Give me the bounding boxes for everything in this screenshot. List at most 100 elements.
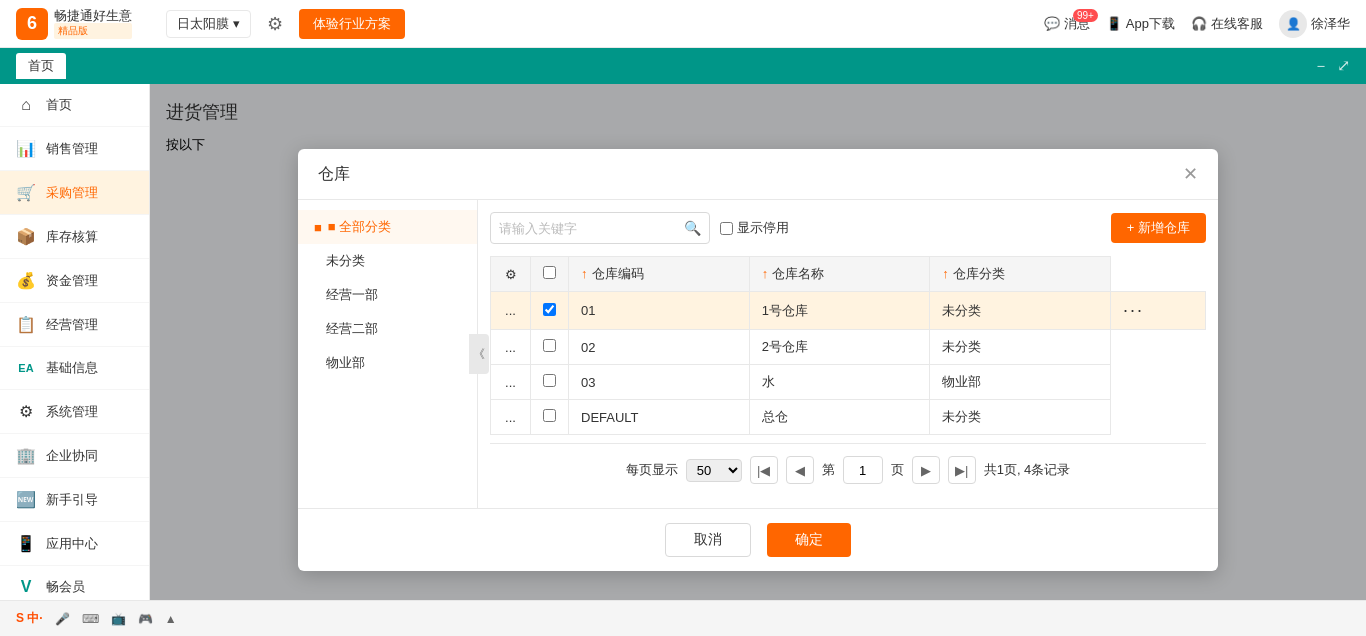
- modal-overlay: 仓库 ✕ ■ ■ 全部分类 未分类: [150, 84, 1366, 636]
- logo-icon: 6: [16, 8, 48, 40]
- online-service-btn[interactable]: 🎧 在线客服: [1191, 15, 1263, 33]
- row-checkbox[interactable]: [543, 303, 556, 316]
- category-item-3[interactable]: 物业部: [298, 346, 477, 380]
- warehouse-table: ⚙ ↑仓库编码 ↑仓库名称: [490, 256, 1206, 435]
- row-checkbox-cell: [531, 330, 569, 365]
- maximize-icon[interactable]: ⤢: [1337, 56, 1350, 77]
- table-row[interactable]: ... 03 水 物业部: [491, 365, 1206, 400]
- pagination: 每页显示 50 100 |◀ ◀ 第 页 ▶ ▶|: [490, 443, 1206, 496]
- sidebar-item-system[interactable]: ⚙ 系统管理: [0, 390, 149, 434]
- cancel-button[interactable]: 取消: [665, 523, 751, 557]
- row-gear-icon[interactable]: ...: [491, 292, 531, 330]
- total-label: 共1页, 4条记录: [984, 461, 1071, 479]
- collapse-panel-button[interactable]: 《: [469, 334, 489, 374]
- messages-badge: 99+: [1073, 9, 1098, 22]
- row-gear-icon[interactable]: ...: [491, 330, 531, 365]
- prev-page-button[interactable]: ◀: [786, 456, 814, 484]
- nav-right: 💬 消息 99+ 📱 App下载 🎧 在线客服 👤 徐泽华: [1044, 10, 1350, 38]
- user-menu[interactable]: 👤 徐泽华: [1279, 10, 1350, 38]
- sidebar-item-label: 销售管理: [46, 140, 98, 158]
- show-disabled-checkbox-label[interactable]: 显示停用: [720, 219, 789, 237]
- modal-close-button[interactable]: ✕: [1183, 163, 1198, 185]
- category-item-1[interactable]: 经营一部: [298, 278, 477, 312]
- table-row[interactable]: ... 02 2号仓库 未分类: [491, 330, 1206, 365]
- sidebar-item-finance[interactable]: 💰 资金管理: [0, 259, 149, 303]
- table-row[interactable]: ... 01 1号仓库 未分类 ···: [491, 292, 1206, 330]
- mic-icon[interactable]: 🎤: [55, 612, 70, 626]
- row-name-cell: 总仓: [749, 400, 930, 435]
- row-gear-icon[interactable]: ...: [491, 400, 531, 435]
- page-input[interactable]: [843, 456, 883, 484]
- sidebar-item-label: 资金管理: [46, 272, 98, 290]
- display-icon[interactable]: 📺: [111, 612, 126, 626]
- sort-icon: ↑: [762, 266, 769, 281]
- next-page-button[interactable]: ▶: [912, 456, 940, 484]
- row-name-cell: 1号仓库: [749, 292, 930, 330]
- show-disabled-checkbox[interactable]: [720, 222, 733, 235]
- per-page-select[interactable]: 50 100: [686, 459, 742, 482]
- row-checkbox[interactable]: [543, 409, 556, 422]
- category-item-2[interactable]: 经营二部: [298, 312, 477, 346]
- modal-footer: 取消 确定: [298, 508, 1218, 571]
- row-category-cell: 未分类: [930, 400, 1111, 435]
- row-more-icon[interactable]: ···: [1110, 292, 1205, 330]
- nav-center: 日太阳膜 ▾ ⚙ 体验行业方案: [166, 8, 1044, 40]
- mobile-icon: 📱: [1106, 16, 1122, 31]
- row-checkbox[interactable]: [543, 339, 556, 352]
- sidebar-item-sales[interactable]: 📊 销售管理: [0, 127, 149, 171]
- modal-body: ■ ■ 全部分类 未分类 经营一部 经营二部 物业部: [298, 200, 1218, 508]
- sidebar-item-inventory[interactable]: 📦 库存核算: [0, 215, 149, 259]
- sidebar-item-guide[interactable]: 🆕 新手引导: [0, 478, 149, 522]
- col-settings: ⚙: [491, 257, 531, 292]
- sidebar: ⌂ 首页 📊 销售管理 🛒 采购管理 📦 库存核算 💰 资金管理 📋 经营管理 …: [0, 84, 150, 636]
- table-row[interactable]: ... DEFAULT 总仓 未分类: [491, 400, 1206, 435]
- settings-icon[interactable]: ⚙: [505, 267, 517, 282]
- minimize-icon[interactable]: －: [1313, 56, 1329, 77]
- chevron-down-icon: ▾: [233, 16, 240, 31]
- guide-icon: 🆕: [16, 490, 36, 509]
- sidebar-item-operations[interactable]: 📋 经营管理: [0, 303, 149, 347]
- store-selector[interactable]: 日太阳膜 ▾: [166, 10, 251, 38]
- last-page-button[interactable]: ▶|: [948, 456, 976, 484]
- home-breadcrumb[interactable]: 首页: [16, 53, 66, 79]
- money-icon: 💰: [16, 271, 36, 290]
- sidebar-item-basic[interactable]: EA 基础信息: [0, 347, 149, 390]
- app-sub: 精品版: [54, 23, 132, 39]
- confirm-button[interactable]: 确定: [767, 523, 851, 557]
- first-page-button[interactable]: |◀: [750, 456, 778, 484]
- search-icon[interactable]: 🔍: [684, 220, 701, 236]
- sidebar-item-label: 系统管理: [46, 403, 98, 421]
- keyboard-icon[interactable]: ⌨: [82, 612, 99, 626]
- second-bar-right: － ⤢: [1313, 56, 1350, 77]
- messages-btn[interactable]: 💬 消息 99+: [1044, 15, 1090, 33]
- sidebar-item-purchase[interactable]: 🛒 采购管理: [0, 171, 149, 215]
- sidebar-item-apps[interactable]: 📱 应用中心: [0, 522, 149, 566]
- sidebar-item-label: 库存核算: [46, 228, 98, 246]
- app-download-btn[interactable]: 📱 App下载: [1106, 15, 1175, 33]
- row-checkbox[interactable]: [543, 374, 556, 387]
- add-warehouse-button[interactable]: + 新增仓库: [1111, 213, 1206, 243]
- avatar: 👤: [1279, 10, 1307, 38]
- settings-icon[interactable]: ⚙: [259, 8, 291, 40]
- gamepad-icon[interactable]: 🎮: [138, 612, 153, 626]
- search-box: 🔍: [490, 212, 710, 244]
- col-checkbox: [531, 257, 569, 292]
- headset-icon: 🎧: [1191, 16, 1207, 31]
- sidebar-item-home[interactable]: ⌂ 首页: [0, 84, 149, 127]
- logo-area: 6 畅捷通好生意 精品版: [16, 8, 166, 40]
- row-gear-icon[interactable]: ...: [491, 365, 531, 400]
- select-all-checkbox[interactable]: [543, 266, 556, 279]
- search-input[interactable]: [499, 221, 684, 236]
- sidebar-item-label: 采购管理: [46, 184, 98, 202]
- category-item-0[interactable]: 未分类: [298, 244, 477, 278]
- sidebar-item-enterprise[interactable]: 🏢 企业协同: [0, 434, 149, 478]
- chart-icon: 📊: [16, 139, 36, 158]
- col-name: ↑仓库名称: [749, 257, 930, 292]
- category-label: 物业部: [326, 355, 365, 370]
- chevron-up-icon[interactable]: ▲: [165, 612, 177, 626]
- trial-button[interactable]: 体验行业方案: [299, 9, 405, 39]
- all-categories-item[interactable]: ■ ■ 全部分类: [298, 210, 477, 244]
- username: 徐泽华: [1311, 15, 1350, 33]
- enterprise-icon: 🏢: [16, 446, 36, 465]
- sidebar-item-label: 新手引导: [46, 491, 98, 509]
